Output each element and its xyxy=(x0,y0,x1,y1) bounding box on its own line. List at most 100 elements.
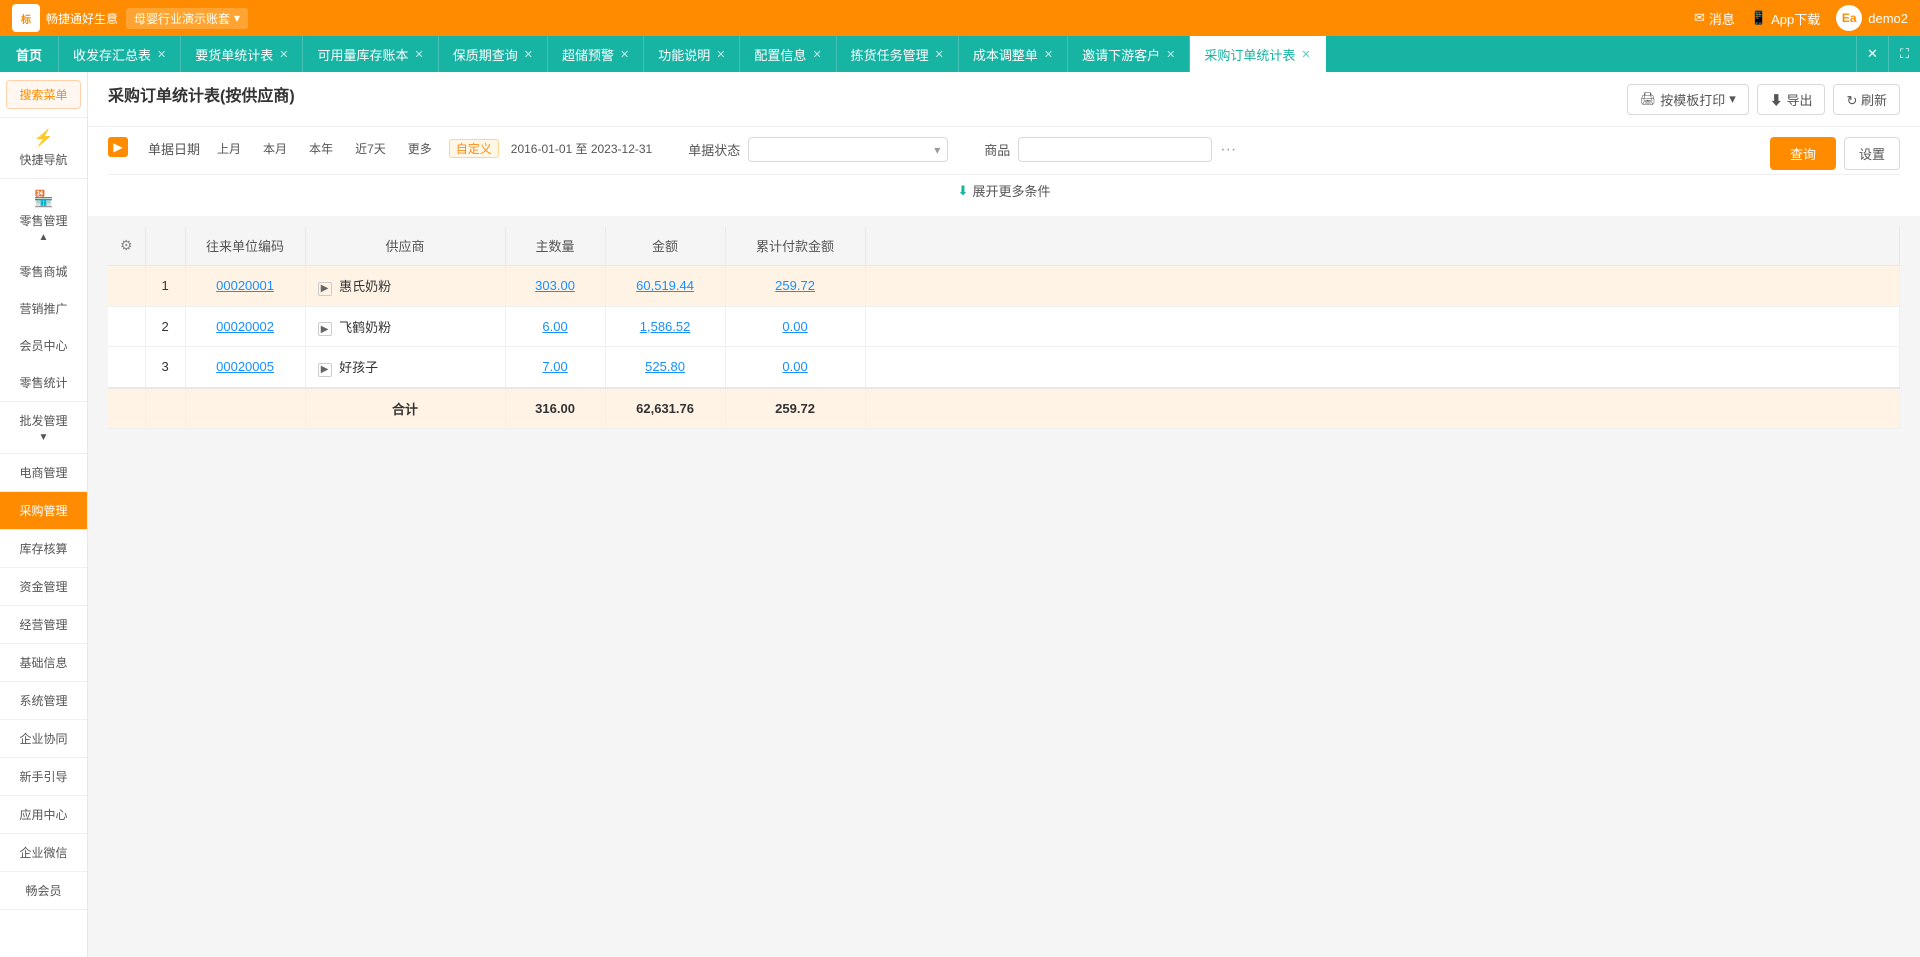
row-code-cell[interactable]: 00020001 xyxy=(185,266,305,307)
tab-chengben-close-icon[interactable]: ✕ xyxy=(1044,48,1053,61)
query-button[interactable]: 查询 xyxy=(1770,137,1836,170)
sidebar-item-base[interactable]: 基础信息 xyxy=(0,644,87,681)
tab-gongneng-close-icon[interactable]: ✕ xyxy=(716,48,725,61)
wholesale-expand-icon: ▼ xyxy=(39,432,49,443)
sidebar-item-mall[interactable]: 零售商城 xyxy=(0,253,87,290)
row-code-cell[interactable]: 00020002 xyxy=(185,306,305,347)
tab-jianhuo-close-icon[interactable]: ✕ xyxy=(935,48,944,61)
tab-caigou-close-icon[interactable]: ✕ xyxy=(1301,48,1310,61)
shortcut-last-month[interactable]: 上月 xyxy=(208,137,250,160)
sidebar-item-quicknav[interactable]: ⚡ 快捷导航 xyxy=(0,118,87,178)
sidebar-item-finance[interactable]: 资金管理 xyxy=(0,568,87,605)
tab-kuyongliang[interactable]: 可用量库存账本 ✕ xyxy=(303,36,438,72)
tab-yaoqing-close-icon[interactable]: ✕ xyxy=(1166,48,1175,61)
sidebar: 搜索菜单 ⚡ 快捷导航 🏪 零售管理 ▲ 零售商城 营销推广 会员中心 xyxy=(0,72,88,957)
col-header-index xyxy=(145,226,185,266)
tab-caigou-active[interactable]: 采购订单统计表 ✕ xyxy=(1190,36,1325,72)
tab-kuyongliang-close-icon[interactable]: ✕ xyxy=(415,48,424,61)
shortcut-more[interactable]: 更多 xyxy=(399,137,441,160)
tab-shoufacun[interactable]: 收发存汇总表 ✕ xyxy=(59,36,181,72)
row-extra-cell xyxy=(865,306,1899,347)
sidebar-item-collab[interactable]: 企业协同 xyxy=(0,720,87,757)
table-row: 3 00020005 ▶ 好孩子 7.00 525.80 0.00 xyxy=(108,347,1900,388)
row-amount-cell[interactable]: 60,519.44 xyxy=(605,266,725,307)
message-button[interactable]: ✉ 消息 xyxy=(1694,9,1735,28)
shortcut-this-year[interactable]: 本年 xyxy=(300,137,342,160)
col-header-code: 往来单位编码 xyxy=(185,226,305,266)
sidebar-item-wholesale[interactable]: 批发管理 ▼ xyxy=(0,402,87,453)
goods-input[interactable] xyxy=(1018,137,1212,162)
row-amount-cell[interactable]: 525.80 xyxy=(605,347,725,388)
sidebar-item-vip[interactable]: 畅会员 xyxy=(0,872,87,909)
col-header-supplier: 供应商 xyxy=(305,226,505,266)
row-code-cell[interactable]: 00020005 xyxy=(185,347,305,388)
sidebar-item-sys[interactable]: 系统管理 xyxy=(0,682,87,719)
sidebar-item-ops[interactable]: 经营管理 xyxy=(0,606,87,643)
tab-yaoqing[interactable]: 邀请下游客户 ✕ xyxy=(1068,36,1190,72)
shortcut-this-month[interactable]: 本月 xyxy=(254,137,296,160)
export-button[interactable]: ⬇ 导出 xyxy=(1757,84,1826,115)
breadcrumb[interactable]: 母婴行业演示账套 ▾ xyxy=(126,8,248,29)
print-button[interactable]: 🖨 按模板打印 ▾ xyxy=(1627,84,1749,115)
user-area[interactable]: Ea demo2 xyxy=(1836,5,1908,31)
row-qty-cell[interactable]: 6.00 xyxy=(505,306,605,347)
sidebar-item-purchase[interactable]: 采购管理 xyxy=(0,492,87,529)
toolbar-right: 🖨 按模板打印 ▾ ⬇ 导出 ↻ 刷新 xyxy=(1627,84,1900,115)
sidebar-item-marketing[interactable]: 营销推广 xyxy=(0,290,87,327)
row-paid-cell[interactable]: 0.00 xyxy=(725,347,865,388)
col-header-extra xyxy=(865,226,1899,266)
top-bar: 标 畅捷通好生意 母婴行业演示账套 ▾ ✉ 消息 📱 App下载 Ea demo… xyxy=(0,0,1920,36)
row-paid-cell[interactable]: 0.00 xyxy=(725,306,865,347)
filter-expand-arrow-icon[interactable]: ▶ xyxy=(108,137,128,157)
row-paid-cell[interactable]: 259.72 xyxy=(725,266,865,307)
col-settings-icon[interactable]: ⚙ xyxy=(120,237,133,253)
shortcut-7days[interactable]: 近7天 xyxy=(346,137,395,160)
status-select[interactable] xyxy=(748,137,948,162)
sidebar-item-retail-stats[interactable]: 零售统计 xyxy=(0,364,87,401)
expand-conditions-button[interactable]: ⬇ 展开更多条件 xyxy=(958,181,1051,200)
filter-settings-button[interactable]: 设置 xyxy=(1844,137,1900,170)
goods-more-icon[interactable]: ··· xyxy=(1220,141,1236,159)
tab-shoufacun-close-icon[interactable]: ✕ xyxy=(157,48,166,61)
tab-yaohuo-label: 要货单统计表 xyxy=(195,45,273,64)
sidebar-item-newbie[interactable]: 新手引导 xyxy=(0,758,87,795)
tab-baozhi-close-icon[interactable]: ✕ xyxy=(524,48,533,61)
nav-close-all-button[interactable]: ✕ xyxy=(1856,36,1888,72)
sys-label: 系统管理 xyxy=(19,692,67,709)
sidebar-item-ecommerce[interactable]: 电商管理 xyxy=(0,454,87,491)
supplier-expand-icon[interactable]: ▶ xyxy=(318,322,332,336)
sidebar-sys-section: 系统管理 xyxy=(0,682,87,720)
sidebar-item-appcenter[interactable]: 应用中心 xyxy=(0,796,87,833)
main-layout: 搜索菜单 ⚡ 快捷导航 🏪 零售管理 ▲ 零售商城 营销推广 会员中心 xyxy=(0,72,1920,957)
search-menu-button[interactable]: 搜索菜单 xyxy=(6,80,81,109)
row-qty-cell[interactable]: 7.00 xyxy=(505,347,605,388)
nav-expand-button[interactable]: ⛶ xyxy=(1888,36,1920,72)
sidebar-item-wechat[interactable]: 企业微信 xyxy=(0,834,87,871)
sidebar-quicknav-section: ⚡ 快捷导航 xyxy=(0,118,87,179)
tab-peizhi-close-icon[interactable]: ✕ xyxy=(812,48,821,61)
supplier-expand-icon[interactable]: ▶ xyxy=(318,363,332,377)
tab-baozhi[interactable]: 保质期查询 ✕ xyxy=(439,36,548,72)
tab-chaochuyujing-close-icon[interactable]: ✕ xyxy=(620,48,629,61)
tab-chengben[interactable]: 成本调整单 ✕ xyxy=(959,36,1068,72)
sidebar-item-retail[interactable]: 🏪 零售管理 ▲ xyxy=(0,179,87,253)
sidebar-item-member[interactable]: 会员中心 xyxy=(0,327,87,364)
tab-yaohuo[interactable]: 要货单统计表 ✕ xyxy=(181,36,303,72)
supplier-expand-icon[interactable]: ▶ xyxy=(318,282,332,296)
tab-home[interactable]: 首页 xyxy=(0,36,59,72)
mall-label: 零售商城 xyxy=(19,263,67,280)
table-header-row: ⚙ 往来单位编码 供应商 主数量 金额 xyxy=(108,226,1900,266)
tab-yaohuo-close-icon[interactable]: ✕ xyxy=(279,48,288,61)
sidebar-quicknav-label: 快捷导航 xyxy=(19,151,67,168)
tab-gongneng[interactable]: 功能说明 ✕ xyxy=(644,36,740,72)
app-download-label: App下载 xyxy=(1771,9,1820,28)
tab-jianhuo[interactable]: 拣货任务管理 ✕ xyxy=(837,36,959,72)
col-code-label: 往来单位编码 xyxy=(206,239,284,254)
tab-peizhi[interactable]: 配置信息 ✕ xyxy=(740,36,836,72)
refresh-button[interactable]: ↻ 刷新 xyxy=(1833,84,1900,115)
sidebar-item-stock[interactable]: 库存核算 xyxy=(0,530,87,567)
row-amount-cell[interactable]: 1,586.52 xyxy=(605,306,725,347)
app-download-button[interactable]: 📱 App下载 xyxy=(1751,9,1820,28)
row-qty-cell[interactable]: 303.00 xyxy=(505,266,605,307)
tab-chaochuyujing[interactable]: 超储预警 ✕ xyxy=(548,36,644,72)
